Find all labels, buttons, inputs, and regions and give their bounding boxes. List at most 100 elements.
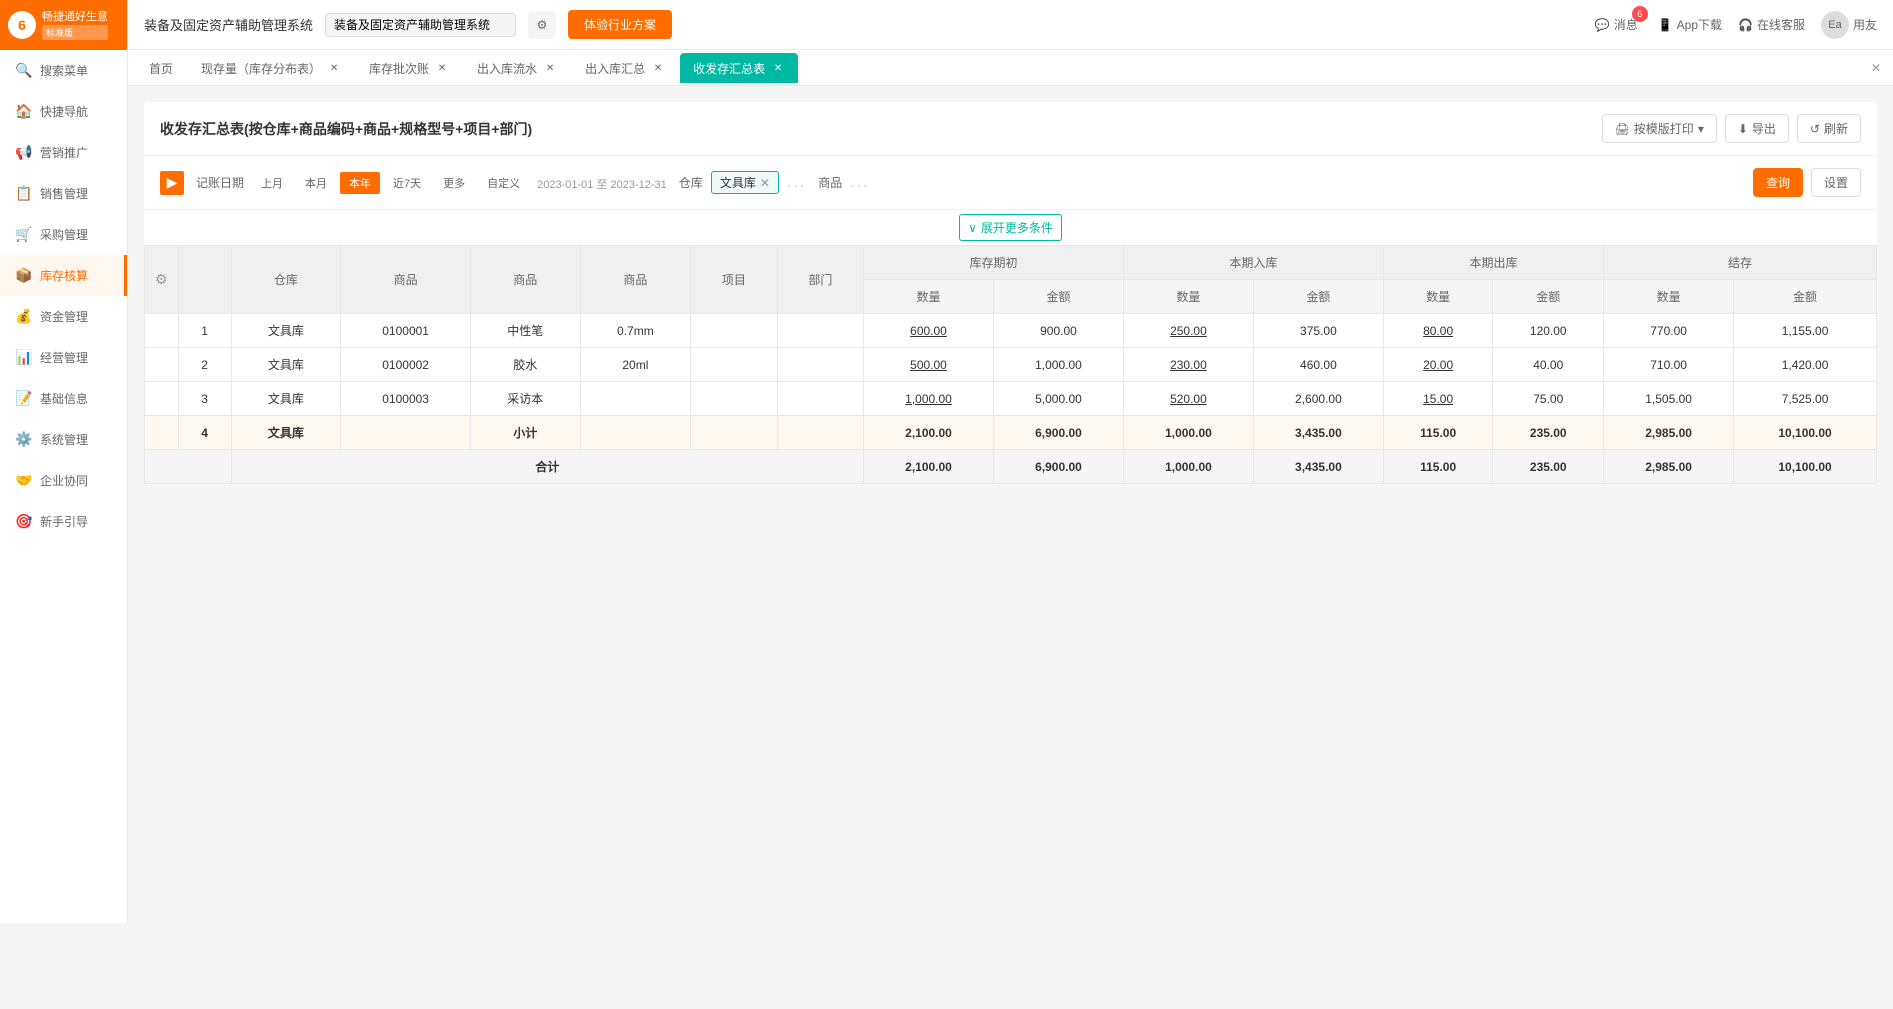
footer-settings-cell xyxy=(145,450,232,484)
tab-label: 出入库流水 xyxy=(477,60,537,77)
row-in-qty[interactable]: 250.00 xyxy=(1123,314,1253,348)
table-row: 2文具库0100002胶水20ml500.001,000.00230.00460… xyxy=(145,348,1877,382)
sidebar-item-purchase[interactable]: 🛒 采购管理 xyxy=(0,214,127,255)
chart-icon: 📊 xyxy=(16,350,32,366)
row-goods-spec: 20ml xyxy=(580,348,691,382)
tab-close-icon[interactable]: ✕ xyxy=(327,61,341,75)
row-out-qty[interactable]: 80.00 xyxy=(1383,314,1492,348)
sidebar-item-label: 资金管理 xyxy=(40,308,88,325)
table-row: 1文具库0100001中性笔0.7mm600.00900.00250.00375… xyxy=(145,314,1877,348)
footer-label-cell: 合计 xyxy=(231,450,863,484)
tab-in-out-summary[interactable]: 出入库汇总 ✕ xyxy=(572,53,678,83)
sidebar-item-label: 销售管理 xyxy=(40,185,88,202)
row-in-qty[interactable]: 230.00 xyxy=(1123,348,1253,382)
print-button[interactable]: 🖨 按模版打印 ▾ xyxy=(1602,114,1717,143)
sidebar-item-system[interactable]: ⚙️ 系统管理 xyxy=(0,419,127,460)
col-goods-code-header: 商品 xyxy=(341,246,471,314)
row-settings xyxy=(145,314,179,348)
sidebar-item-inventory[interactable]: 📦 库存核算 xyxy=(0,255,127,296)
row-goods-name: 胶水 xyxy=(471,348,580,382)
tab-home[interactable]: 首页 xyxy=(136,53,186,83)
row-out-amt: 235.00 xyxy=(1493,416,1604,450)
row-closing-qty: 770.00 xyxy=(1604,314,1734,348)
handshake-icon: 🤝 xyxy=(16,473,32,489)
row-out-amt: 120.00 xyxy=(1493,314,1604,348)
tab-inventory-dist[interactable]: 现存量（库存分布表） ✕ xyxy=(188,53,354,83)
sidebar-item-newbie[interactable]: 🎯 新手引导 xyxy=(0,501,127,542)
tab-close-icon[interactable]: ✕ xyxy=(771,61,785,75)
sidebar-item-label: 经营管理 xyxy=(40,349,88,366)
date-btn-7days[interactable]: 近7天 xyxy=(384,172,430,194)
footer-opening-qty: 2,100.00 xyxy=(864,450,994,484)
row-opening-qty[interactable]: 500.00 xyxy=(864,348,994,382)
sidebar-logo: 6 畅捷通好生意 标准版 xyxy=(0,0,127,50)
online-service-button[interactable]: 🎧 在线客服 xyxy=(1738,16,1805,33)
sidebar-item-enterprise[interactable]: 🤝 企业协同 xyxy=(0,460,127,501)
row-opening-qty[interactable]: 600.00 xyxy=(864,314,994,348)
row-goods-name: 小计 xyxy=(471,416,580,450)
export-button[interactable]: ⬇ 导出 xyxy=(1725,114,1789,143)
system-selector[interactable]: 装备及固定资产辅助管理系统 xyxy=(325,13,516,37)
settings-button[interactable]: ⚙ xyxy=(528,11,556,39)
tab-close-icon[interactable]: ✕ xyxy=(543,61,557,75)
sidebar-item-search[interactable]: 🔍 搜索菜单 xyxy=(0,50,127,91)
col-goods-name-header: 商品 xyxy=(471,246,580,314)
filter-toggle-button[interactable]: ▶ xyxy=(160,171,184,195)
tab-bar-close-icon[interactable]: ✕ xyxy=(1867,59,1885,77)
date-btn-this-month[interactable]: 本月 xyxy=(296,172,336,194)
topbar-right: 💬 消息 6 📱 App下载 🎧 在线客服 Ea 用友 xyxy=(1591,11,1877,39)
sidebar-item-quick-nav[interactable]: 🏠 快捷导航 xyxy=(0,91,127,132)
sidebar-item-label: 企业协同 xyxy=(40,472,88,489)
row-department xyxy=(777,348,863,382)
settings-btn[interactable]: 设置 xyxy=(1811,168,1861,197)
tab-close-icon[interactable]: ✕ xyxy=(651,61,665,75)
tab-batch-ledger[interactable]: 库存批次账 ✕ xyxy=(356,53,462,83)
row-closing-amt: 1,420.00 xyxy=(1734,348,1877,382)
query-button[interactable]: 查询 xyxy=(1753,168,1803,197)
page-title: 收发存汇总表(按仓库+商品编码+商品+规格型号+项目+部门) xyxy=(160,119,532,139)
expand-icon: ∨ xyxy=(968,221,977,235)
date-btn-last-month[interactable]: 上月 xyxy=(252,172,292,194)
table-settings-icon[interactable]: ⚙ xyxy=(155,271,168,287)
trial-button[interactable]: 体验行业方案 xyxy=(568,10,672,39)
date-btn-more[interactable]: 更多 xyxy=(434,172,474,194)
col-closing-amt-header: 金额 xyxy=(1734,280,1877,314)
sidebar-item-sales[interactable]: 📋 销售管理 xyxy=(0,173,127,214)
refresh-button[interactable]: ↺ 刷新 xyxy=(1797,114,1861,143)
row-warehouse: 文具库 xyxy=(231,348,340,382)
tab-close-icon[interactable]: ✕ xyxy=(435,61,449,75)
sidebar-item-operations[interactable]: 📊 经营管理 xyxy=(0,337,127,378)
date-btn-custom[interactable]: 自定义 xyxy=(478,172,529,194)
row-project xyxy=(691,382,777,416)
refresh-icon: ↺ xyxy=(1810,122,1820,136)
tab-recv-send-summary[interactable]: 收发存汇总表 ✕ xyxy=(680,53,798,83)
expand-button[interactable]: ∨ 展开更多条件 xyxy=(959,214,1062,241)
user-menu[interactable]: Ea 用友 xyxy=(1821,11,1877,39)
query-actions: 查询 设置 xyxy=(1753,168,1861,197)
sidebar-item-basic-info[interactable]: 📝 基础信息 xyxy=(0,378,127,419)
topbar: 装备及固定资产辅助管理系统 装备及固定资产辅助管理系统 ⚙ 体验行业方案 💬 消… xyxy=(128,0,1893,50)
tab-in-out-flow[interactable]: 出入库流水 ✕ xyxy=(464,53,570,83)
warehouse-tag-close[interactable]: ✕ xyxy=(760,176,770,190)
row-out-qty[interactable]: 20.00 xyxy=(1383,348,1492,382)
col-in-amt-header: 金额 xyxy=(1253,280,1383,314)
messages-button[interactable]: 💬 消息 6 xyxy=(1591,12,1642,37)
date-btn-this-year[interactable]: 本年 xyxy=(340,172,380,194)
row-out-qty[interactable]: 15.00 xyxy=(1383,382,1492,416)
row-in-qty[interactable]: 520.00 xyxy=(1123,382,1253,416)
col-out-amt-header: 金额 xyxy=(1493,280,1604,314)
row-opening-amt: 5,000.00 xyxy=(993,382,1123,416)
row-opening-qty[interactable]: 1,000.00 xyxy=(864,382,994,416)
table-body: 1文具库0100001中性笔0.7mm600.00900.00250.00375… xyxy=(145,314,1877,450)
sidebar-item-marketing[interactable]: 📢 营销推广 xyxy=(0,132,127,173)
goods-more-dots[interactable]: ... xyxy=(850,174,869,192)
row-goods-code xyxy=(341,416,471,450)
col-opening-header: 库存期初 xyxy=(864,246,1124,280)
row-goods-code: 0100003 xyxy=(341,382,471,416)
warehouse-more-dots[interactable]: ... xyxy=(787,174,806,192)
sidebar-item-assets[interactable]: 💰 资金管理 xyxy=(0,296,127,337)
tab-home-label: 首页 xyxy=(149,60,173,77)
sidebar-item-label: 搜索菜单 xyxy=(40,62,88,79)
app-download-button[interactable]: 📱 App下载 xyxy=(1658,16,1722,33)
col-in-qty-header: 数量 xyxy=(1123,280,1253,314)
